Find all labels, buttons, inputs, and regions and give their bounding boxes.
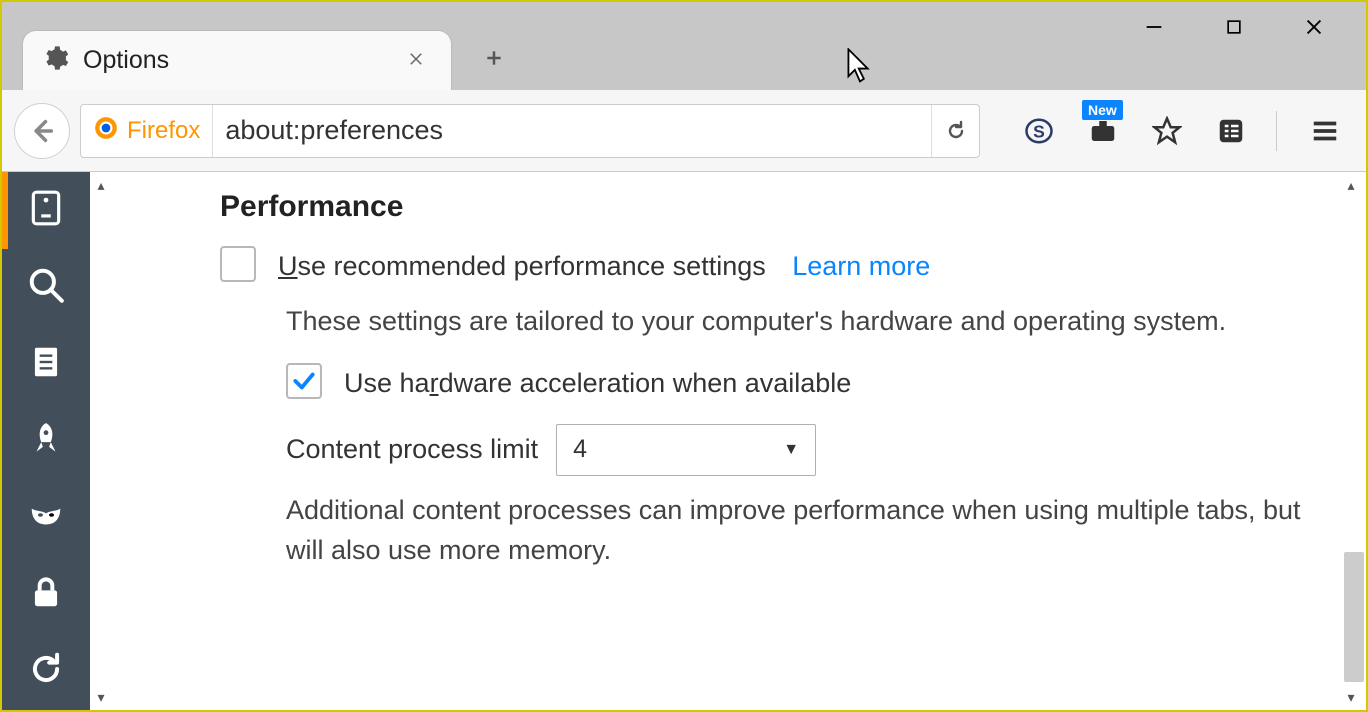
url-bar[interactable]: Firefox (80, 104, 980, 158)
use-recommended-label: Use recommended performance settings (278, 251, 766, 281)
sidebar-item-sync[interactable] (2, 633, 90, 710)
content-process-limit-label: Content process limit (286, 434, 538, 465)
content-process-limit-descriptionspacing: Additional content processes can improve… (286, 490, 1306, 571)
document-icon (27, 343, 65, 386)
rocket-icon (27, 420, 65, 463)
whats-new-button[interactable]: New (1084, 112, 1122, 150)
navigation-bar: Firefox S New (2, 90, 1366, 172)
use-recommended-checkbox[interactable] (220, 246, 256, 282)
browser-tab-options[interactable]: Options (22, 30, 452, 90)
learn-more-link[interactable]: Learn more (792, 251, 930, 281)
new-tab-button[interactable] (472, 36, 516, 80)
sync-icon (27, 650, 65, 693)
tab-close-button[interactable] (399, 44, 433, 78)
content-process-limit-value: 4 (573, 435, 587, 464)
svg-text:S: S (1033, 121, 1045, 141)
preferences-sidebar: ▴ ▾ (2, 172, 90, 710)
section-heading-performance: Performance (220, 190, 1326, 224)
url-input[interactable] (213, 115, 931, 146)
app-menu-button[interactable] (1303, 109, 1347, 153)
content-scroll-down[interactable]: ▾ (1340, 686, 1362, 708)
content-scroll-up[interactable]: ▴ (1340, 174, 1362, 196)
content-process-limit-select[interactable]: 4 ▼ (556, 424, 816, 476)
mouse-cursor-icon (846, 48, 874, 84)
sidebar-item-general[interactable] (2, 172, 90, 249)
window-maximize-button[interactable] (1214, 7, 1254, 47)
reload-button[interactable] (931, 105, 979, 157)
sidebar-item-search[interactable] (2, 249, 90, 326)
hardware-accel-checkbox[interactable] (286, 363, 322, 399)
bookmark-star-button[interactable] (1148, 112, 1186, 150)
general-icon (27, 189, 65, 232)
bookmarks-list-button[interactable] (1212, 112, 1250, 150)
hardware-accel-label: Use hardware acceleration when available (344, 363, 851, 404)
mask-icon (27, 496, 65, 539)
extension-s-button[interactable]: S (1020, 112, 1058, 150)
recommended-description: These settings are tailored to your comp… (286, 301, 1306, 342)
content-scroll-thumb[interactable] (1344, 552, 1364, 682)
lock-icon (27, 573, 65, 616)
sidebar-item-applications[interactable] (2, 403, 90, 480)
sidebar-item-security[interactable] (2, 556, 90, 633)
search-icon (27, 266, 65, 309)
firefox-logo-icon (93, 115, 119, 146)
sidebar-item-content[interactable] (2, 326, 90, 403)
window-close-button[interactable] (1294, 7, 1334, 47)
toolbar-divider (1276, 111, 1277, 151)
gear-icon (41, 44, 69, 77)
identity-label: Firefox (127, 117, 200, 145)
chevron-down-icon: ▼ (783, 441, 799, 459)
tab-title: Options (83, 46, 385, 75)
back-button[interactable] (14, 103, 70, 159)
window-minimize-button[interactable] (1134, 7, 1174, 47)
sidebar-item-privacy[interactable] (2, 479, 90, 556)
identity-box[interactable]: Firefox (81, 105, 213, 157)
new-badge: New (1082, 100, 1123, 120)
preferences-main-panel: ▴ ▾ Performance Use recommended performa… (90, 172, 1366, 710)
